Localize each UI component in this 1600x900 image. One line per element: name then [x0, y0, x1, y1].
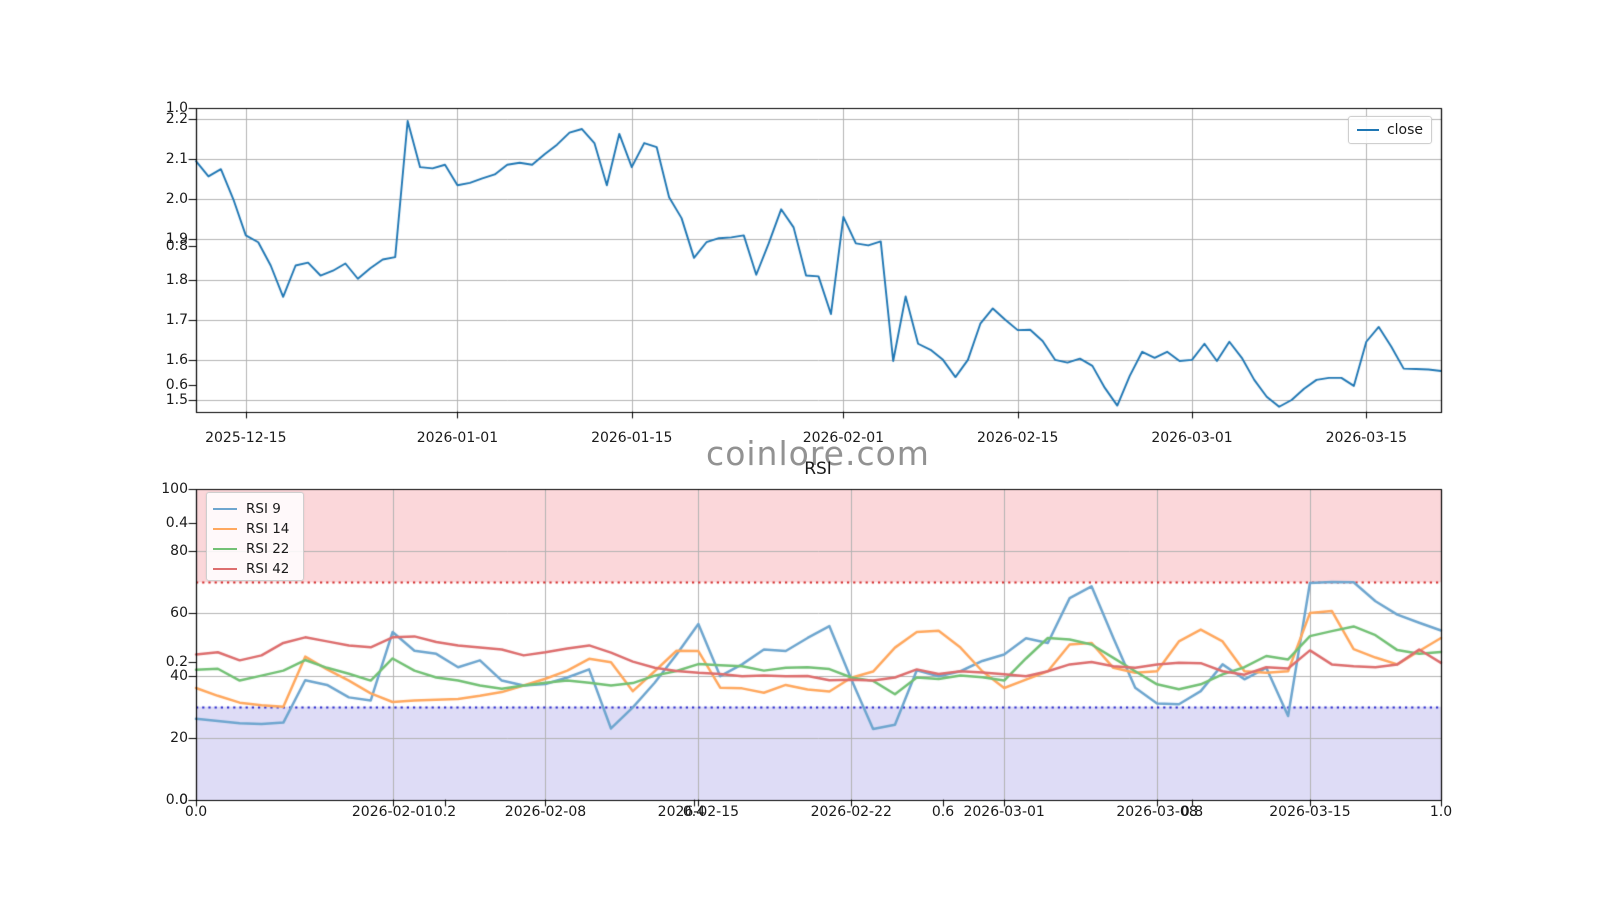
rsi-date-tick-label: 2026-02-08: [504, 804, 587, 820]
rsi-legend-line-icon: [213, 568, 237, 570]
price-date-tick-label: 2026-01-01: [416, 430, 499, 446]
overlay-x-tick-label: 0.2: [433, 804, 457, 820]
rsi-legend-line-icon: [213, 528, 237, 530]
overlay-y-tick-label: 0.6: [165, 376, 188, 393]
rsi-legend-label: RSI 14: [246, 521, 290, 537]
overlay-x-tick-label: 0.0: [184, 804, 208, 820]
price-date-tick-label: 2025-12-15: [205, 430, 287, 446]
rsi-legend-item: RSI 9: [213, 499, 303, 519]
overlay-y-tick-label: 0.4: [165, 515, 188, 532]
rsi-chart-title: RSI: [804, 459, 832, 479]
price-y-tick-label: 1.7: [165, 311, 188, 328]
rsi-legend-line-icon: [213, 548, 237, 550]
rsi-y-tick-label: 40: [170, 667, 188, 684]
price-date-tick-label: 2026-03-15: [1325, 430, 1407, 446]
price-y-tick-label: 1.6: [165, 351, 188, 368]
price-y-tick-label: 2.1: [165, 151, 188, 168]
figure: coinlore.com RSI close RSI 9 RSI 14 RSI 22…: [0, 0, 1600, 900]
rsi-date-tick-label: 2026-02-22: [810, 804, 892, 820]
price-date-tick-label: 2026-02-15: [977, 430, 1059, 446]
overlay-x-tick-label: 0.8: [1180, 804, 1204, 820]
price-date-tick-label: 2026-01-15: [591, 430, 673, 446]
overlay-x-tick-label: 0.6: [931, 804, 955, 820]
rsi-legend-label: RSI 22: [246, 541, 290, 557]
close-legend-label: close: [1386, 122, 1423, 138]
rsi-y-tick-label: 20: [170, 729, 188, 746]
rsi-date-tick-label: 2026-03-01: [963, 804, 1045, 820]
rsi-y-tick-label: 60: [170, 605, 188, 622]
price-y-tick-label: 2.0: [165, 191, 188, 208]
rsi-legend-label: RSI 42: [246, 561, 290, 577]
overlay-y-tick-label: 0.2: [165, 653, 188, 670]
rsi-legend-label: RSI 9: [246, 501, 281, 517]
price-y-tick-label: 1.5: [165, 391, 188, 408]
rsi-legend-item: RSI 42: [213, 559, 303, 579]
overlay-x-tick-label: 1.0: [1429, 804, 1453, 820]
price-y-tick-label: 1.8: [165, 271, 188, 288]
rsi-date-tick-label: 2026-02-01: [351, 804, 434, 820]
rsi-y-tick-label: 80: [170, 543, 188, 560]
rsi-legend-line-icon: [213, 508, 237, 510]
overlay-y-tick-label: 0.8: [165, 238, 188, 255]
rsi-legend-item: RSI 14: [213, 519, 303, 539]
close-legend-line-icon: [1357, 129, 1379, 131]
rsi-legend: RSI 9 RSI 14 RSI 22 RSI 42: [206, 492, 304, 581]
overlay-y-tick-label: 1.0: [165, 100, 188, 116]
price-date-tick-label: 2026-02-01: [802, 430, 885, 446]
close-legend: close: [1348, 116, 1432, 144]
rsi-y-tick-label: 100: [161, 481, 188, 497]
price-date-tick-label: 2026-03-01: [1151, 430, 1233, 446]
rsi-date-tick-label: 2026-03-15: [1269, 804, 1351, 820]
overlay-x-tick-label: 0.4: [682, 804, 706, 820]
rsi-legend-item: RSI 22: [213, 539, 303, 559]
